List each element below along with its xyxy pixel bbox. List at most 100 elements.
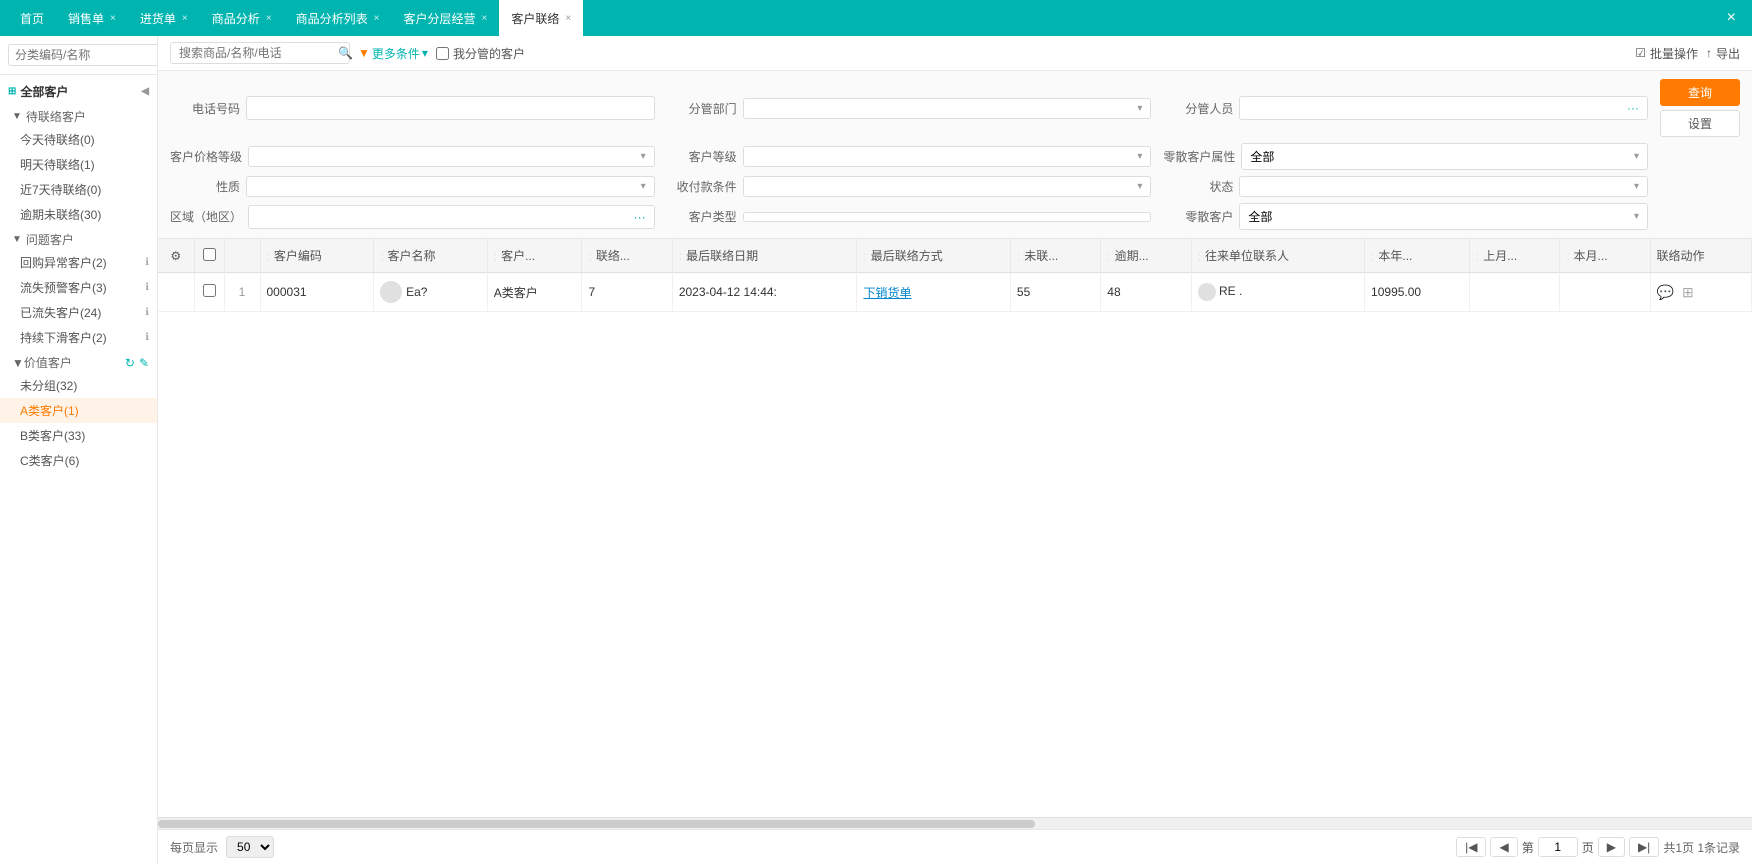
retail-customer-select[interactable]: 全部 ▾	[1239, 203, 1648, 230]
row-check[interactable]	[194, 273, 224, 312]
tab-product-list[interactable]: 商品分析列表 ×	[284, 0, 392, 36]
filter-search-input[interactable]	[179, 46, 334, 60]
per-page-label: 每页显示	[170, 839, 218, 856]
price-level-field: 客户价格等级 ▾	[170, 146, 655, 167]
region-select[interactable]: ···	[248, 205, 655, 229]
first-page-btn[interactable]: |◀	[1456, 837, 1486, 857]
prev-page-btn[interactable]: ◀	[1490, 837, 1517, 857]
table-row: 1 000031 Ea? A类客户 7 2023-04-12 14:44: 下销…	[158, 273, 1752, 312]
row-no-contact: 55	[1010, 273, 1100, 312]
export-btn[interactable]: ↑ 导出	[1706, 45, 1740, 62]
batch-ops-btn[interactable]: ☑ 批量操作	[1635, 45, 1698, 62]
sidebar-item-already-lost[interactable]: 已流失客户(24) ℹ	[0, 300, 157, 325]
sidebar-item-tomorrow-pending[interactable]: 明天待联络(1)	[0, 152, 157, 177]
region-dots[interactable]: ···	[634, 210, 646, 224]
settings-btn[interactable]: 设置	[1660, 110, 1740, 137]
my-customers-checkbox[interactable]: 我分管的客户	[436, 45, 525, 62]
all-customers-header[interactable]: ⊞ 全部客户 ◀	[0, 75, 157, 104]
sidebar-search-input[interactable]	[8, 44, 158, 66]
info-icon-repeat: ℹ	[145, 257, 149, 268]
filter-search-icon[interactable]: 🔍	[338, 46, 353, 60]
sidebar-item-c-class[interactable]: C类客户(6)	[0, 448, 157, 473]
person-select[interactable]: ···	[1239, 96, 1648, 120]
per-page-select[interactable]: 50	[226, 836, 274, 858]
customer-table: ⚙ :客户编码 :客户名称 :客户... :联络... :最后联络日期 :最后联…	[158, 239, 1752, 312]
customer-type-select[interactable]	[743, 212, 1152, 222]
th-last-date: :最后联络日期	[672, 239, 857, 273]
sidebar-item-b-class[interactable]: B类客户(33)	[0, 423, 157, 448]
th-unit-contact: :往来单位联系人	[1191, 239, 1364, 273]
page-of-label: 页	[1582, 839, 1594, 856]
th-gear[interactable]: ⚙	[158, 239, 194, 273]
filter-more-btn[interactable]: ▼ 更多条件 ▾	[358, 45, 428, 62]
table-footer: 每页显示 50 |◀ ◀ 第 页 ▶ ▶| 共1页 1条记录	[158, 829, 1752, 864]
close-sales-tab[interactable]: ×	[110, 13, 116, 24]
sidebar-item-unclassified[interactable]: 未分组(32)	[0, 373, 157, 398]
horizontal-scrollbar[interactable]	[158, 817, 1752, 829]
row-overdue: 48	[1101, 273, 1191, 312]
close-customer-contact-tab[interactable]: ×	[565, 13, 571, 24]
payment-select[interactable]: ▾	[743, 176, 1152, 197]
sidebar-item-a-class[interactable]: A类客户(1)	[0, 398, 157, 423]
row-actions: 💬 ⊞	[1650, 273, 1751, 312]
th-last-month: :上月...	[1469, 239, 1559, 273]
last-page-btn[interactable]: ▶|	[1629, 837, 1659, 857]
unit-contact-avatar	[1198, 283, 1216, 301]
avatar	[380, 281, 402, 303]
close-product-analysis-tab[interactable]: ×	[266, 13, 272, 24]
sidebar-item-repeat-abnormal[interactable]: 回购异常客户(2) ℹ	[0, 250, 157, 275]
tab-sales[interactable]: 销售单 ×	[56, 0, 128, 36]
edit-icon[interactable]: ✎	[139, 356, 149, 370]
sidebar-item-loss-risk[interactable]: 流失预警客户(3) ℹ	[0, 275, 157, 300]
tab-purchase[interactable]: 进货单 ×	[128, 0, 200, 36]
close-customer-mgmt-tab[interactable]: ×	[481, 13, 487, 24]
record-action-icon[interactable]: ⊞	[1682, 284, 1694, 301]
price-level-select[interactable]: ▾	[248, 146, 655, 167]
tab-customer-contact[interactable]: 客户联络 ×	[499, 0, 583, 36]
person-dots[interactable]: ···	[1627, 101, 1639, 115]
nature-label: 性质	[170, 178, 240, 195]
sidebar-search-area: 🔍	[0, 36, 157, 75]
customer-level-label: 客户等级	[667, 148, 737, 165]
filter-search-box: 🔍	[170, 42, 350, 64]
payment-chevron: ▾	[1137, 181, 1142, 192]
tab-product-analysis[interactable]: 商品分析 ×	[200, 0, 284, 36]
sidebar-item-today-pending[interactable]: 今天待联络(0)	[0, 127, 157, 152]
sidebar-item-overdue-pending[interactable]: 逾期未联络(30)	[0, 202, 157, 227]
row-gear	[158, 273, 194, 312]
sidebar-item-seven-day-pending[interactable]: 近7天待联络(0)	[0, 177, 157, 202]
nature-select[interactable]: ▾	[246, 176, 655, 197]
customer-level-select[interactable]: ▾	[743, 146, 1152, 167]
th-check[interactable]	[194, 239, 224, 273]
close-purchase-tab[interactable]: ×	[182, 13, 188, 24]
select-all-checkbox[interactable]	[203, 248, 216, 261]
retail-attr-select[interactable]: 全部 ▾	[1241, 143, 1648, 170]
info-icon-loss: ℹ	[145, 282, 149, 293]
row-name: Ea?	[374, 273, 488, 312]
tab-home[interactable]: 首页	[8, 0, 56, 36]
next-page-btn[interactable]: ▶	[1598, 837, 1625, 857]
status-select[interactable]: ▾	[1239, 176, 1648, 197]
nature-field: 性质 ▾	[170, 176, 655, 197]
dept-select[interactable]: ▾	[743, 98, 1152, 119]
th-customer-name: :客户名称	[374, 239, 488, 273]
scrollbar-thumb[interactable]	[158, 820, 1035, 828]
refresh-icon[interactable]: ↻	[125, 356, 135, 370]
phone-input[interactable]	[246, 96, 655, 120]
query-btn[interactable]: 查询	[1660, 79, 1740, 106]
row-checkbox[interactable]	[203, 284, 216, 297]
tab-customer-mgmt[interactable]: 客户分层经营 ×	[391, 0, 499, 36]
close-product-list-tab[interactable]: ×	[374, 13, 380, 24]
status-label: 状态	[1163, 178, 1233, 195]
arrow-down-icon2: ▼	[12, 234, 22, 245]
payment-field: 收付款条件 ▾	[667, 176, 1152, 197]
chat-action-icon[interactable]: 💬	[1657, 284, 1674, 301]
sidebar-item-continuous-down[interactable]: 持续下滑客户(2) ℹ	[0, 325, 157, 350]
retail-customer-chevron: ▾	[1634, 211, 1639, 222]
my-customers-check[interactable]	[436, 47, 449, 60]
page-input[interactable]	[1538, 837, 1578, 857]
region-label: 区域（地区）	[170, 208, 242, 225]
close-all-tabs[interactable]: ×	[1719, 9, 1744, 27]
last-method-link[interactable]: 下销货单	[863, 286, 911, 300]
collapse-sidebar-icon[interactable]: ◀	[141, 86, 149, 97]
